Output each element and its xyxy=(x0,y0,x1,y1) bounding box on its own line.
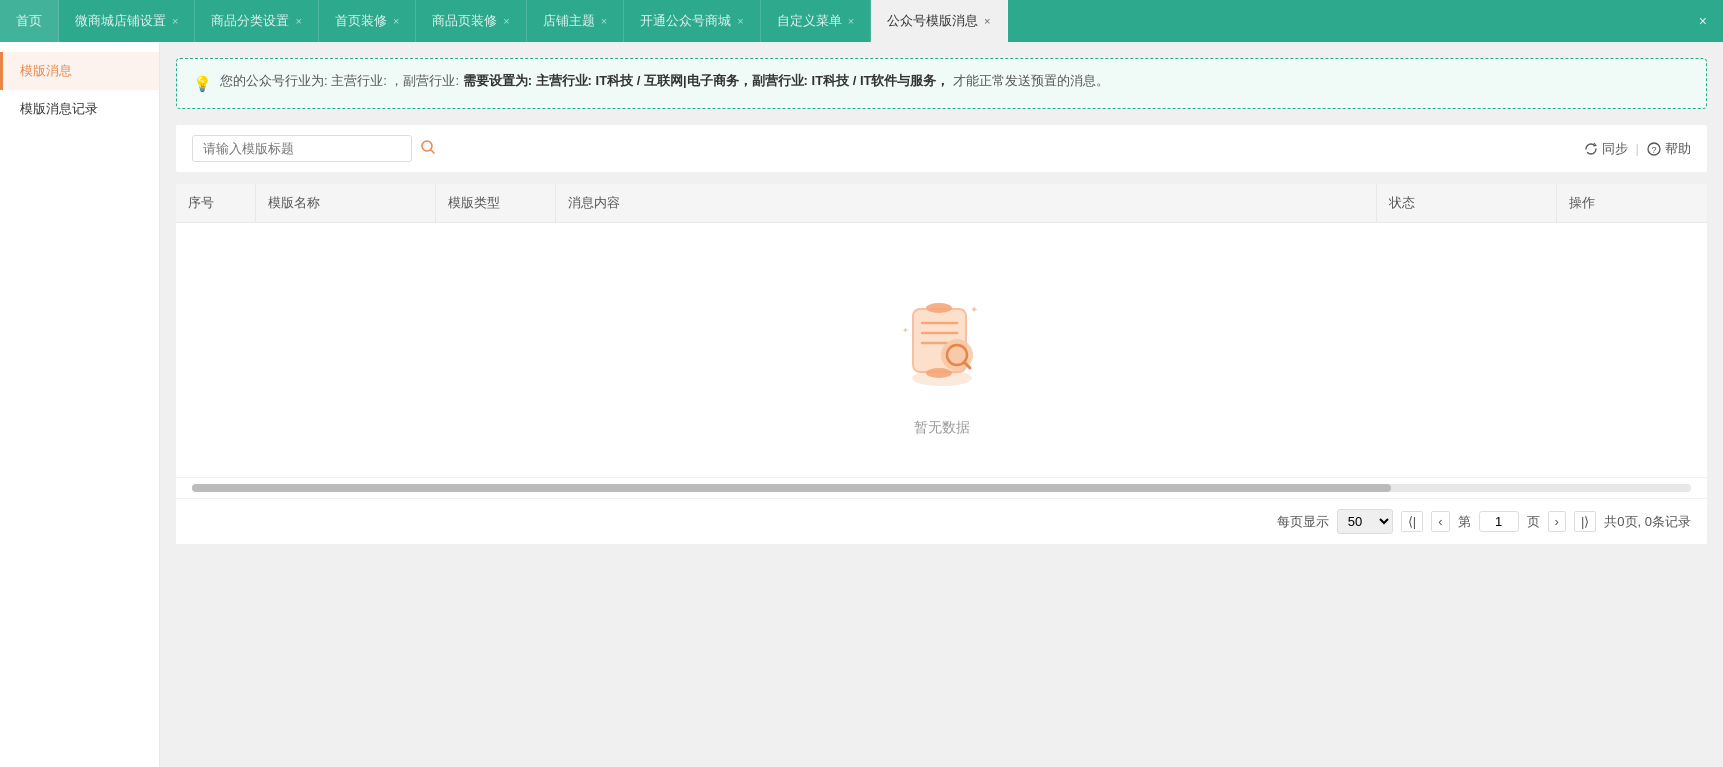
col-action: 操作 xyxy=(1557,184,1707,222)
notice-text: 您的公众号行业为: 主营行业: ，副营行业: 需要设置为: 主营行业: IT科技… xyxy=(220,71,1109,92)
sidebar-item-template-log-label: 模版消息记录 xyxy=(20,101,98,116)
close-category-settings-icon[interactable]: × xyxy=(295,15,301,27)
sync-label: 同步 xyxy=(1602,140,1628,158)
svg-point-14 xyxy=(926,368,952,378)
tab-custom-menu-label: 自定义菜单 xyxy=(777,12,842,30)
close-template-msg-icon[interactable]: × xyxy=(984,15,990,27)
svg-point-13 xyxy=(926,303,952,313)
tab-custom-menu[interactable]: 自定义菜单 × xyxy=(761,0,871,42)
help-icon: ? xyxy=(1647,142,1661,156)
next-page-button[interactable]: › xyxy=(1548,511,1566,532)
close-all-button[interactable]: × xyxy=(1683,13,1723,29)
search-bar: 同步 | ? 帮助 xyxy=(176,125,1707,172)
tab-template-msg[interactable]: 公众号模版消息 × xyxy=(871,0,1007,42)
tab-category-settings-label: 商品分类设置 xyxy=(211,12,289,30)
tab-store-settings[interactable]: 微商城店铺设置 × xyxy=(59,0,195,42)
total-info: 共0页, 0条记录 xyxy=(1604,513,1691,531)
pagination: 每页显示 50 20 100 ⟨| ‹ 第 页 › |⟩ 共0页, 0条记录 xyxy=(176,498,1707,544)
empty-illustration: ✦ ✦ xyxy=(882,283,1002,403)
sync-icon xyxy=(1584,142,1598,156)
notice-banner: 💡 您的公众号行业为: 主营行业: ，副营行业: 需要设置为: 主营行业: IT… xyxy=(176,58,1707,109)
tab-product-decor[interactable]: 商品页装修 × xyxy=(416,0,526,42)
scroll-thumb[interactable] xyxy=(192,484,1391,492)
tab-homepage-decor-label: 首页装修 xyxy=(335,12,387,30)
page-size-label: 每页显示 xyxy=(1277,513,1329,531)
tab-store-theme[interactable]: 店铺主题 × xyxy=(527,0,624,42)
tab-product-decor-label: 商品页装修 xyxy=(432,12,497,30)
data-table: 序号 模版名称 模版类型 消息内容 状态 操作 xyxy=(176,184,1707,544)
search-icon xyxy=(420,139,436,155)
close-product-decor-icon[interactable]: × xyxy=(503,15,509,27)
notice-prefix: 您的公众号行业为: 主营行业: ，副营行业: xyxy=(220,73,463,88)
help-button[interactable]: ? 帮助 xyxy=(1647,140,1691,158)
table-header: 序号 模版名称 模版类型 消息内容 状态 操作 xyxy=(176,184,1707,223)
svg-text:✦: ✦ xyxy=(902,326,909,335)
close-custom-menu-icon[interactable]: × xyxy=(848,15,854,27)
page-size-select[interactable]: 50 20 100 xyxy=(1337,509,1393,534)
divider: | xyxy=(1636,141,1639,156)
search-right: 同步 | ? 帮助 xyxy=(1584,140,1691,158)
tab-template-msg-label: 公众号模版消息 xyxy=(887,12,978,30)
search-button[interactable] xyxy=(420,139,436,159)
svg-line-1 xyxy=(431,150,434,153)
horizontal-scrollbar[interactable] xyxy=(176,477,1707,498)
close-open-mall-icon[interactable]: × xyxy=(737,15,743,27)
tab-homepage-decor[interactable]: 首页装修 × xyxy=(319,0,416,42)
tab-category-settings[interactable]: 商品分类设置 × xyxy=(195,0,318,42)
col-index: 序号 xyxy=(176,184,256,222)
col-status: 状态 xyxy=(1377,184,1557,222)
scroll-track[interactable] xyxy=(192,484,1691,492)
prev-page-button[interactable]: ‹ xyxy=(1431,511,1449,532)
tab-store-theme-label: 店铺主题 xyxy=(543,12,595,30)
sidebar-item-template-msg-label: 模版消息 xyxy=(20,63,72,78)
page-number-input[interactable] xyxy=(1479,511,1519,532)
help-label: 帮助 xyxy=(1665,140,1691,158)
col-name: 模版名称 xyxy=(256,184,436,222)
last-page-button[interactable]: |⟩ xyxy=(1574,511,1596,532)
svg-text:✦: ✦ xyxy=(970,304,978,315)
sync-button[interactable]: 同步 xyxy=(1584,140,1628,158)
tab-open-mall[interactable]: 开通公众号商城 × xyxy=(624,0,760,42)
notice-highlight: 需要设置为: 主营行业: IT科技 / 互联网|电子商务，副营行业: IT科技 … xyxy=(463,73,950,88)
sidebar-item-template-log[interactable]: 模版消息记录 xyxy=(0,90,159,128)
tab-open-mall-label: 开通公众号商城 xyxy=(640,12,731,30)
page-label: 页 xyxy=(1527,513,1540,531)
close-store-settings-icon[interactable]: × xyxy=(172,15,178,27)
main-content: 💡 您的公众号行业为: 主营行业: ，副营行业: 需要设置为: 主营行业: IT… xyxy=(160,42,1723,767)
col-content: 消息内容 xyxy=(556,184,1377,222)
main-layout: 模版消息 模版消息记录 💡 您的公众号行业为: 主营行业: ，副营行业: 需要设… xyxy=(0,42,1723,767)
svg-text:?: ? xyxy=(1651,145,1656,155)
tab-home-label: 首页 xyxy=(16,12,42,30)
search-input[interactable] xyxy=(192,135,412,162)
close-homepage-decor-icon[interactable]: × xyxy=(393,15,399,27)
close-store-theme-icon[interactable]: × xyxy=(601,15,607,27)
search-left xyxy=(192,135,436,162)
empty-state: ✦ ✦ 暂无数据 xyxy=(176,223,1707,477)
notice-icon: 💡 xyxy=(193,72,212,96)
empty-text: 暂无数据 xyxy=(914,419,970,437)
sidebar: 模版消息 模版消息记录 xyxy=(0,42,160,767)
page-num-label: 第 xyxy=(1458,513,1471,531)
top-navigation: 首页 微商城店铺设置 × 商品分类设置 × 首页装修 × 商品页装修 × 店铺主… xyxy=(0,0,1723,42)
col-type: 模版类型 xyxy=(436,184,556,222)
tab-home[interactable]: 首页 xyxy=(0,0,59,42)
first-page-button[interactable]: ⟨| xyxy=(1401,511,1423,532)
notice-suffix: 才能正常发送预置的消息。 xyxy=(953,73,1109,88)
tab-store-settings-label: 微商城店铺设置 xyxy=(75,12,166,30)
sidebar-item-template-msg[interactable]: 模版消息 xyxy=(0,52,159,90)
